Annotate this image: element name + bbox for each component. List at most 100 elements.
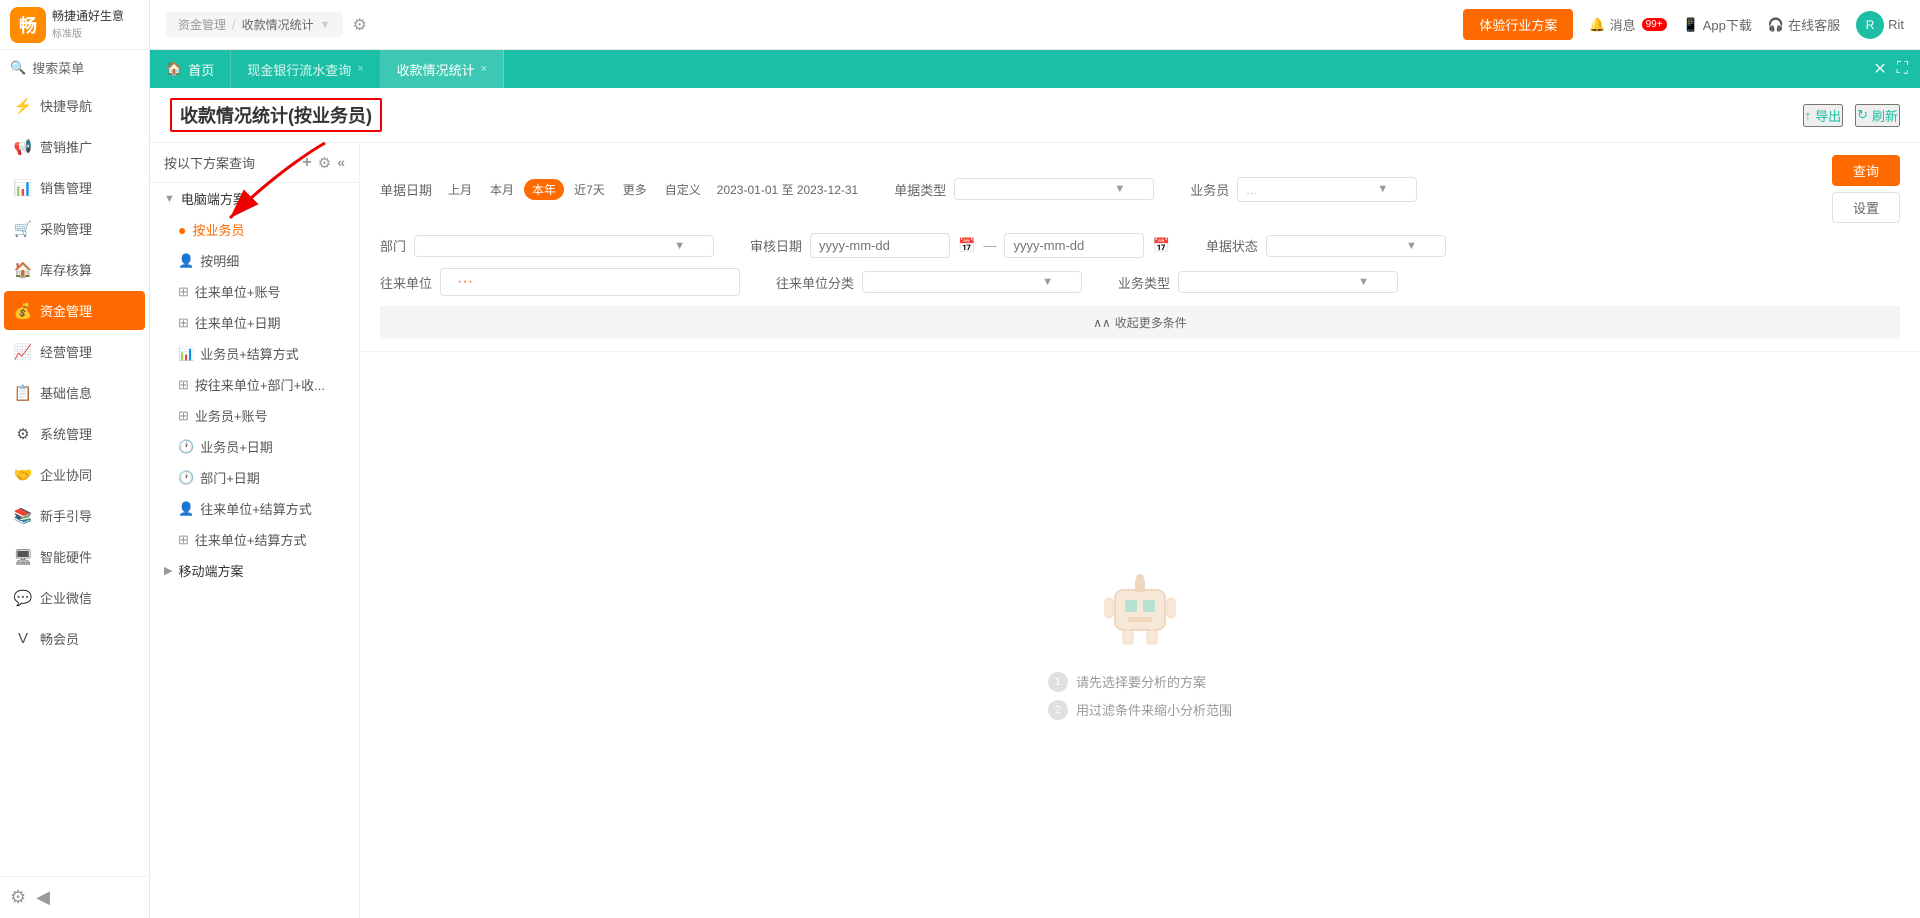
unit-dept-icon: ⊞: [178, 377, 189, 393]
tree-item-sales-account[interactable]: ⊞ 业务员+账号: [150, 400, 359, 431]
basic-icon: 📋: [14, 384, 32, 402]
sidebar-settings-icon[interactable]: ⚙: [10, 887, 26, 908]
home-icon: 🏠: [166, 61, 182, 77]
sidebar-item-finance[interactable]: 💰 资金管理: [4, 291, 145, 330]
operations-label: 经营管理: [40, 342, 92, 361]
sidebar-item-quick-nav[interactable]: ⚡ 快捷导航: [4, 86, 145, 125]
mobile-section-arrow: ▶: [164, 564, 172, 577]
online-service[interactable]: 🎧 在线客服: [1768, 15, 1840, 34]
tree-item-unit-settle2[interactable]: ⊞ 往来单位+结算方式: [150, 524, 359, 555]
sidebar-item-wechat[interactable]: 💬 企业微信: [4, 578, 145, 617]
date-tab-more[interactable]: 更多: [615, 179, 655, 200]
sidebar-item-inventory[interactable]: 🏠 库存核算: [4, 250, 145, 289]
date-tab-this-month[interactable]: 本月: [482, 179, 522, 200]
tab-home-label: 首页: [188, 60, 214, 79]
section-arrow-icon: ▼: [164, 193, 175, 205]
sidebar-item-operations[interactable]: 📈 经营管理: [4, 332, 145, 371]
settings-btn[interactable]: 设置: [1832, 192, 1900, 223]
date-tab-this-year[interactable]: 本年: [524, 179, 564, 200]
unit-more-btn[interactable]: ···: [457, 273, 473, 291]
tree-item-by-salesperson[interactable]: ● 按业务员: [150, 214, 359, 245]
tree-item-by-detail[interactable]: 👤 按明细: [150, 245, 359, 276]
panel-collapse-icon[interactable]: «: [337, 154, 345, 172]
sidebar-item-newbie[interactable]: 📚 新手引导: [4, 496, 145, 535]
notifications[interactable]: 🔔 消息 99+: [1589, 15, 1666, 34]
sidebar-item-member[interactable]: V 畅会员: [4, 619, 145, 658]
tree-item-unit-account[interactable]: ⊞ 往来单位+账号: [150, 276, 359, 307]
sidebar-item-marketing[interactable]: 📢 营销推广: [4, 127, 145, 166]
user-avatar[interactable]: R Rit: [1856, 11, 1904, 39]
tab-collection-label: 收款情况统计: [397, 60, 475, 79]
date-tab-last7[interactable]: 近7天: [566, 179, 613, 200]
tab-collection[interactable]: 收款情况统计 ×: [381, 50, 504, 88]
app-download-label: App下载: [1703, 15, 1752, 34]
app-download[interactable]: 📱 App下载: [1683, 15, 1752, 34]
refresh-label: 刷新: [1872, 106, 1898, 125]
tree-item-dept-date[interactable]: 🕐 部门+日期: [150, 462, 359, 493]
tree-item-sales-settle[interactable]: 📊 业务员+结算方式: [150, 338, 359, 369]
add-scheme-btn[interactable]: +: [302, 154, 311, 172]
empty-robot-icon: [1090, 560, 1190, 660]
biz-type-select[interactable]: ▼: [1178, 271, 1398, 293]
sidebar-item-sales[interactable]: 📊 销售管理: [4, 168, 145, 207]
dept-select[interactable]: ▼: [414, 235, 714, 257]
sidebar-search[interactable]: 🔍 搜索菜单: [0, 50, 149, 85]
sidebar-collapse-icon[interactable]: ◀: [36, 887, 50, 908]
tab-collection-close[interactable]: ×: [481, 63, 487, 75]
newbie-icon: 📚: [14, 507, 32, 525]
tab-expand-btn[interactable]: ⛶: [1897, 60, 1908, 78]
unit-category-select[interactable]: ▼: [862, 271, 1082, 293]
filter-row-3: 往来单位 ··· 往来单位分类 ▼ 业务类型: [380, 268, 1900, 296]
empty-state: 1 请先选择要分析的方案 2 用过滤条件来缩小分析范围: [360, 352, 1920, 918]
calendar-start-icon[interactable]: 📅: [958, 237, 975, 254]
mobile-section[interactable]: ▶ 移动端方案: [150, 555, 359, 586]
doc-status-label: 单据状态: [1206, 236, 1258, 255]
doc-status-select[interactable]: ▼: [1266, 235, 1446, 257]
tab-close-all-btn[interactable]: ✕: [1873, 59, 1886, 79]
filter-row-1: 单据日期 上月 本月 本年 近7天 更多 自定义 2023-01-01 至 20…: [380, 155, 1900, 223]
audit-date-end[interactable]: [1004, 233, 1144, 258]
unit-category-arrow: ▼: [1042, 276, 1053, 288]
export-btn[interactable]: ↑ 导出: [1803, 104, 1844, 127]
desktop-section[interactable]: ▼ 电脑端方案: [150, 183, 359, 214]
tab-home[interactable]: 🏠 首页: [150, 50, 231, 88]
marketing-icon: 📢: [14, 138, 32, 156]
unit-account-label: 往来单位+账号: [195, 282, 281, 301]
date-tab-last-month[interactable]: 上月: [440, 179, 480, 200]
sidebar-item-system[interactable]: ⚙ 系统管理: [4, 414, 145, 453]
unit-select[interactable]: ···: [440, 268, 740, 296]
export-label: 导出: [1815, 106, 1841, 125]
search-icon: 🔍: [10, 60, 26, 76]
date-label: 单据日期: [380, 180, 432, 199]
date-tab-custom[interactable]: 自定义: [657, 179, 709, 200]
salesperson-select[interactable]: ... ▼: [1237, 177, 1417, 202]
scheme-settings-icon[interactable]: ⚙: [318, 154, 331, 172]
purchase-label: 采购管理: [40, 219, 92, 238]
calendar-end-icon[interactable]: 📅: [1152, 237, 1169, 254]
sidebar-item-purchase[interactable]: 🛒 采购管理: [4, 209, 145, 248]
breadcrumb[interactable]: 资金管理 / 收款情况统计 ▼: [166, 12, 343, 37]
tree-item-unit-dept[interactable]: ⊞ 按往来单位+部门+收...: [150, 369, 359, 400]
tree-item-sales-date[interactable]: 🕐 业务员+日期: [150, 431, 359, 462]
tab-bank[interactable]: 现金银行流水查询 ×: [231, 50, 380, 88]
export-icon: ↑: [1805, 108, 1812, 123]
query-btn[interactable]: 查询: [1832, 155, 1900, 186]
tree-item-unit-date[interactable]: ⊞ 往来单位+日期: [150, 307, 359, 338]
tab-bank-close[interactable]: ×: [357, 63, 363, 75]
member-label: 畅会员: [40, 629, 79, 648]
trial-btn[interactable]: 体验行业方案: [1463, 9, 1573, 40]
doc-type-select[interactable]: ▼: [954, 178, 1154, 200]
topbar-gear-icon[interactable]: ⚙: [353, 15, 367, 35]
collapse-more-bar[interactable]: ∧∧ 收起更多条件: [380, 306, 1900, 339]
refresh-btn[interactable]: ↻ 刷新: [1855, 104, 1900, 127]
audit-date-start[interactable]: [810, 233, 950, 258]
sidebar-item-smart[interactable]: 🖥 智能硬件: [4, 537, 145, 576]
quick-nav-icon: ⚡: [14, 97, 32, 115]
step-1-text: 请先选择要分析的方案: [1076, 672, 1206, 691]
sidebar-item-basic[interactable]: 📋 基础信息: [4, 373, 145, 412]
sidebar-item-enterprise[interactable]: 🤝 企业协同: [4, 455, 145, 494]
quick-nav-label: 快捷导航: [40, 96, 92, 115]
page-title: 收款情况统计(按业务员): [170, 98, 382, 132]
date-filter: 单据日期 上月 本月 本年 近7天 更多 自定义 2023-01-01 至 20…: [380, 179, 858, 200]
tree-item-unit-settle1[interactable]: 👤 往来单位+结算方式: [150, 493, 359, 524]
